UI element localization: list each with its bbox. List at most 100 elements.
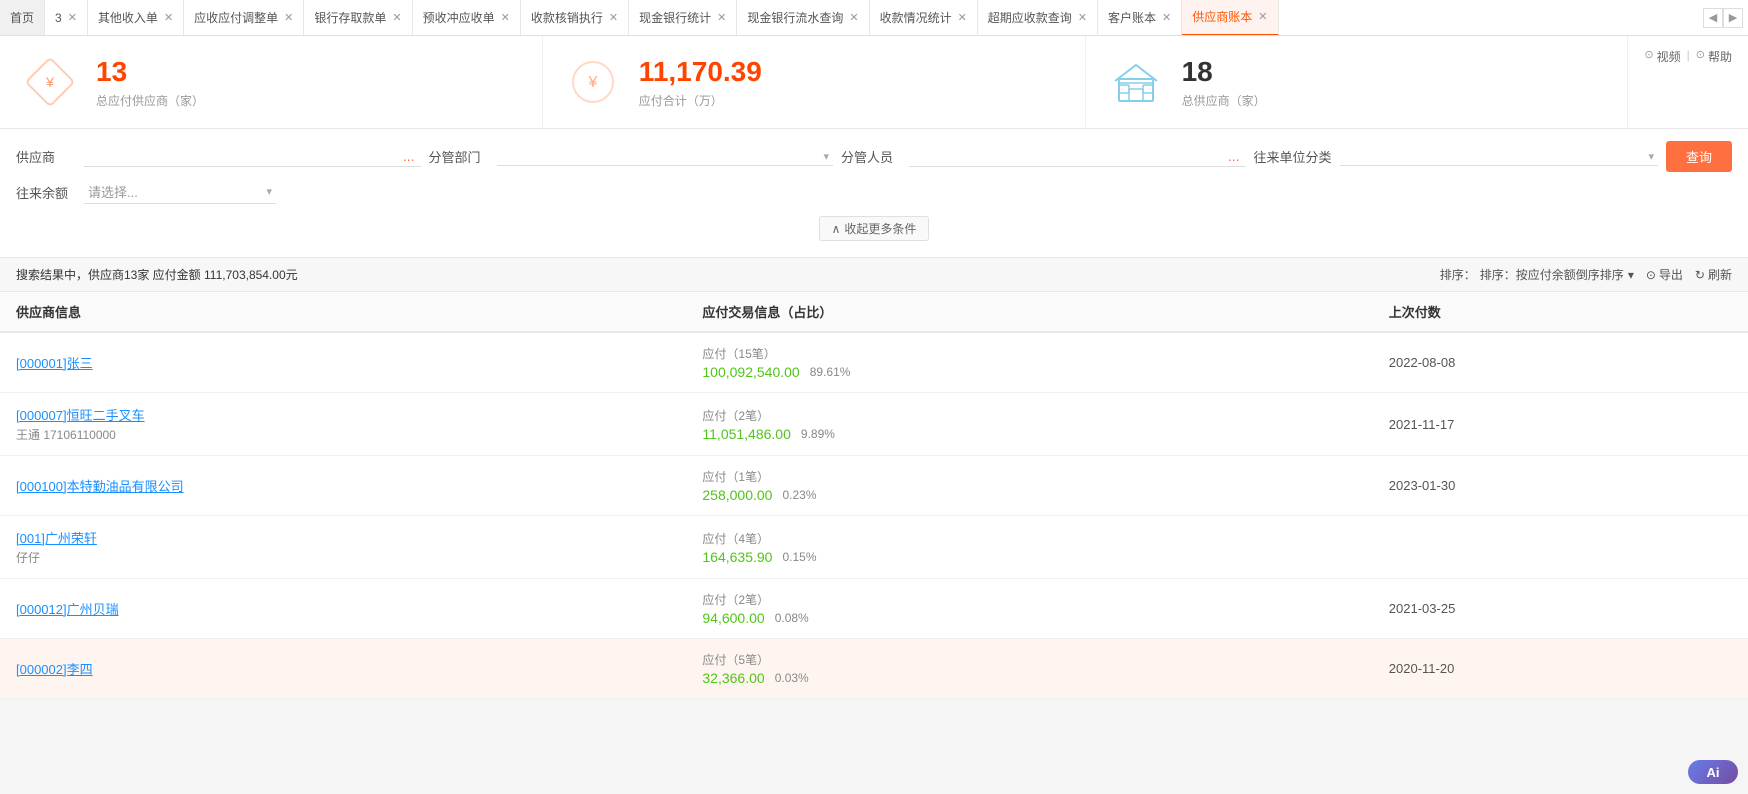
help-link[interactable]: 帮助 [1708,48,1732,65]
filter-row-1: 供应商 ... 分管部门 ▾ 分管人员 ... 往来单位分类 [16,141,1732,172]
th-transaction: 应付交易信息（占比） [702,302,1388,321]
trans-amount-2[interactable]: 258,000.00 [702,487,772,503]
total-suppliers-value: 18 [1182,55,1608,89]
supplier-table: 供应商信息 应付交易信息（占比） 上次付数 [000001]张三应付（15笔）1… [0,292,1748,699]
results-info: 搜索结果中，供应商13家 应付金额 111,703,854.00元 [16,266,298,283]
transaction-cell-3: 应付（4笔）164,635.900.15% [702,530,1388,565]
sort-control[interactable]: 排序： 排序：按应付余额倒序排序 ▾ [1440,266,1634,283]
receipt-verify-close[interactable]: ✕ [609,11,618,24]
transaction-cell-1: 应付（2笔）11,051,486.009.89% [702,407,1388,442]
supplier-cell-2: [000100]本特勤油品有限公司 [16,476,702,495]
trans-amount-0[interactable]: 100,092,540.00 [702,364,799,380]
supplier-name-link-1[interactable]: [000007]恒旺二手叉车 [16,408,145,423]
dept-filter: 分管部门 ▾ [429,147,834,166]
supplier-name-link-0[interactable]: [000001]张三 [16,356,93,371]
nav-tab-receipt-verify[interactable]: 收款核销执行 ✕ [521,0,629,36]
export-label: 导出 [1659,266,1683,283]
nav-tab-home[interactable]: 首页 [0,0,45,36]
collection-stats-close[interactable]: ✕ [958,11,967,24]
total-suppliers-label: 总供应商（家） [1182,92,1608,109]
category-select[interactable]: ▾ [1340,148,1658,166]
balance-select[interactable]: 请选择... ▾ [84,180,276,204]
dept-select[interactable]: ▾ [497,148,834,166]
trans-amount-5[interactable]: 32,366.00 [702,670,764,686]
supplier-dots-btn[interactable]: ... [401,148,417,164]
nav-tab-3[interactable]: 3 ✕ [45,0,88,36]
sort-down-icon: ▾ [1628,268,1634,282]
total-suppliers-icon [1106,52,1166,112]
bank-deposit-close[interactable]: ✕ [392,11,401,24]
suppliers-payable-label: 总应付供应商（家） [96,92,522,109]
separator: | [1687,48,1690,62]
supplier-name-link-5[interactable]: [000002]李四 [16,662,93,677]
advance-writeoff-close[interactable]: ✕ [501,11,510,24]
trans-amount-1[interactable]: 11,051,486.00 [702,426,791,442]
supplier-name-link-2[interactable]: [000100]本特勤油品有限公司 [16,479,184,494]
trans-percent-4: 0.08% [775,611,809,625]
ar-adjustment-close[interactable]: ✕ [284,11,293,24]
nav-tab-advance-writeoff[interactable]: 预收冲应收单 ✕ [413,0,521,36]
receipt-verify-label: 收款核销执行 [531,9,603,26]
video-link[interactable]: 视频 [1657,48,1681,65]
dept-filter-label: 分管部门 [429,147,489,166]
nav-tab-bank-deposit[interactable]: 银行存取款单 ✕ [304,0,412,36]
customer-ledger-label: 客户账本 [1108,9,1156,26]
filter-section: 供应商 ... 分管部门 ▾ 分管人员 ... 往来单位分类 [0,129,1748,258]
table-row: [000001]张三应付（15笔）100,092,540.0089.61%202… [0,333,1748,393]
suppliers-payable-icon: ¥ [20,52,80,112]
cash-bank-flow-close[interactable]: ✕ [849,11,858,24]
nav-tab-supplier-ledger[interactable]: 供应商账本 ✕ [1182,0,1278,36]
collapse-btn-row: ∧ 收起更多条件 [16,212,1732,245]
supplier-ledger-close[interactable]: ✕ [1258,10,1267,23]
ai-badge[interactable]: Ai [1688,760,1738,784]
cash-bank-flow-label: 现金银行流水查询 [747,9,843,26]
customer-ledger-close[interactable]: ✕ [1162,11,1171,24]
supplier-cell-5: [000002]李四 [16,659,702,678]
nav-tab-other-income[interactable]: 其他收入单 ✕ [88,0,184,36]
results-actions: 排序： 排序：按应付余额倒序排序 ▾ ⊙ 导出 ↻ 刷新 [1440,266,1732,283]
nav-tab-overdue-query[interactable]: 超期应收款查询 ✕ [978,0,1098,36]
trans-label-0: 应付（15笔） [702,345,1388,362]
nav-arrow-right[interactable]: ▶ [1723,8,1743,28]
svg-text:¥: ¥ [587,74,597,91]
tab3-label: 3 [55,11,62,25]
nav-tab-collection-stats[interactable]: 收款情况统计 ✕ [870,0,978,36]
supplier-input[interactable] [88,149,401,164]
table-row: [001]广州荣轩仔仔应付（4笔）164,635.900.15% [0,516,1748,579]
cash-bank-stats-close[interactable]: ✕ [717,11,726,24]
supplier-input-container: ... [84,146,421,167]
tab3-close[interactable]: ✕ [68,11,77,24]
trans-label-4: 应付（2笔） [702,591,1388,608]
other-income-close[interactable]: ✕ [164,11,173,24]
category-filter-label: 往来单位分类 [1254,147,1332,166]
refresh-button[interactable]: ↻ 刷新 [1695,266,1732,283]
person-input-container: ... [909,146,1246,167]
collapse-button[interactable]: ∧ 收起更多条件 [819,216,930,241]
supplier-name-link-3[interactable]: [001]广州荣轩 [16,531,97,546]
supplier-filter: 供应商 ... [16,146,421,167]
nav-tab-cash-bank-flow[interactable]: 现金银行流水查询 ✕ [737,0,869,36]
category-filter: 往来单位分类 ▾ [1254,147,1659,166]
trans-amount-4[interactable]: 94,600.00 [702,610,764,626]
person-input[interactable] [913,149,1226,164]
nav-tab-cash-bank-stats[interactable]: 现金银行统计 ✕ [629,0,737,36]
refresh-label: 刷新 [1708,266,1732,283]
search-button[interactable]: 查询 [1666,141,1732,172]
balance-select-text: 请选择... [88,182,266,201]
nav-tab-ar-adjustment[interactable]: 应收应付调整单 ✕ [184,0,304,36]
nav-tab-customer-ledger[interactable]: 客户账本 ✕ [1098,0,1182,36]
export-button[interactable]: ⊙ 导出 [1646,266,1683,283]
last-pay-cell-2: 2023-01-30 [1389,478,1732,493]
video-icon: ⊙ [1644,48,1653,61]
trans-amount-3[interactable]: 164,635.90 [702,549,772,565]
supplier-name-link-4[interactable]: [000012]广州贝瑞 [16,602,119,617]
table-row: [000007]恒旺二手叉车王通 17106110000应付（2笔）11,051… [0,393,1748,456]
trans-label-5: 应付（5笔） [702,651,1388,668]
total-suppliers-info: 18 总供应商（家） [1182,55,1608,110]
person-filter-label: 分管人员 [841,147,901,166]
supplier-cell-3: [001]广州荣轩仔仔 [16,528,702,566]
nav-arrow-left[interactable]: ◀ [1703,8,1723,28]
suppliers-payable-info: 13 总应付供应商（家） [96,55,522,110]
overdue-query-close[interactable]: ✕ [1078,11,1087,24]
person-dots-btn[interactable]: ... [1226,148,1242,164]
